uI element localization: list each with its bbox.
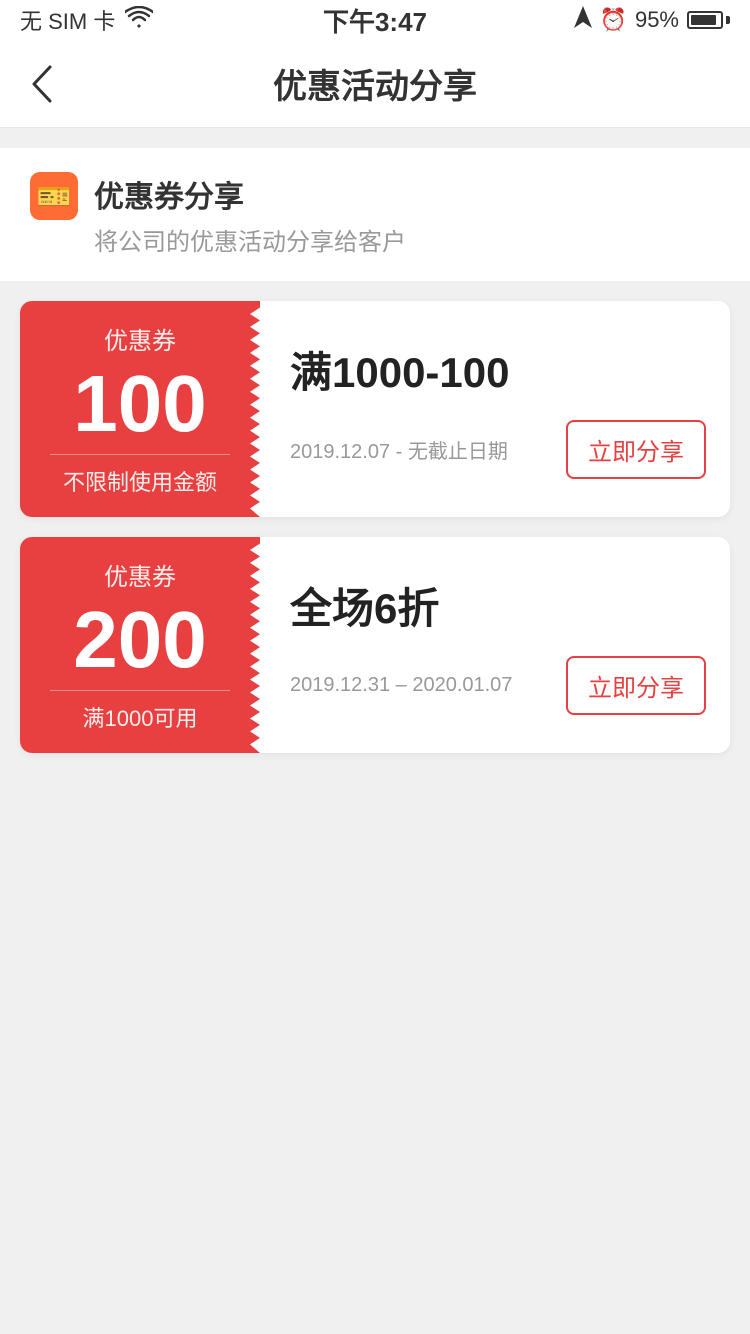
status-right: ⏰ 95% (574, 6, 730, 34)
carrier-text: 无 SIM 卡 (20, 4, 115, 36)
coupon-right-2: 全场6折 2019.12.31 – 2020.01.07 立即分享 (260, 537, 730, 753)
coupon-meta-1: 2019.12.07 - 无截止日期 立即分享 (290, 420, 706, 479)
coupon-left-2: 优惠券 200 满1000可用 (20, 537, 260, 753)
section-text-block: 优惠券分享 将公司的优惠活动分享给客户 (94, 172, 406, 257)
coupon-name-1: 满1000-100 (290, 339, 706, 400)
share-button-2[interactable]: 立即分享 (566, 656, 706, 715)
share-button-1[interactable]: 立即分享 (566, 420, 706, 479)
page-title: 优惠活动分享 (273, 59, 477, 108)
status-left: 无 SIM 卡 (20, 4, 153, 36)
section-header: 🎫 优惠券分享 将公司的优惠活动分享给客户 (0, 148, 750, 281)
section-subtitle: 将公司的优惠活动分享给客户 (94, 222, 406, 257)
coupon-date-2: 2019.12.31 – 2020.01.07 (290, 674, 554, 697)
coupon-amount-2: 200 (73, 600, 206, 680)
status-bar: 无 SIM 卡 下午3:47 ⏰ 95% (0, 0, 750, 40)
top-separator (0, 128, 750, 148)
coupon-date-1: 2019.12.07 - 无截止日期 (290, 435, 554, 464)
coupon-card-1: 优惠券 100 不限制使用金额 满1000-100 2019.12.07 - 无… (20, 301, 730, 517)
coupon-right-1: 满1000-100 2019.12.07 - 无截止日期 立即分享 (260, 301, 730, 517)
alarm-icon: ⏰ (600, 7, 627, 33)
battery-percent: 95% (635, 7, 679, 33)
coupon-amount-1: 100 (73, 364, 206, 444)
coupon-divider-2 (50, 690, 230, 691)
location-icon (574, 6, 592, 34)
nav-bar: 优惠活动分享 (0, 40, 750, 128)
coupon-card-2: 优惠券 200 满1000可用 全场6折 2019.12.31 – 2020.0… (20, 537, 730, 753)
coupon-icon-emoji: 🎫 (37, 180, 72, 213)
coupon-name-2: 全场6折 (290, 575, 706, 636)
coupon-label-2: 优惠券 (104, 557, 176, 592)
coupon-list: 优惠券 100 不限制使用金额 满1000-100 2019.12.07 - 无… (0, 281, 750, 773)
coupon-label-1: 优惠券 (104, 321, 176, 356)
status-time: 下午3:47 (323, 2, 427, 39)
coupon-condition-2: 满1000可用 (83, 701, 198, 733)
coupon-condition-1: 不限制使用金额 (63, 465, 217, 497)
section-title: 优惠券分享 (94, 172, 406, 216)
section-icon: 🎫 (30, 172, 78, 220)
wifi-icon (125, 6, 153, 34)
battery-icon (687, 11, 730, 29)
coupon-divider-1 (50, 454, 230, 455)
coupon-left-1: 优惠券 100 不限制使用金额 (20, 301, 260, 517)
coupon-meta-2: 2019.12.31 – 2020.01.07 立即分享 (290, 656, 706, 715)
bottom-fill (0, 773, 750, 1273)
back-button[interactable] (30, 65, 52, 103)
